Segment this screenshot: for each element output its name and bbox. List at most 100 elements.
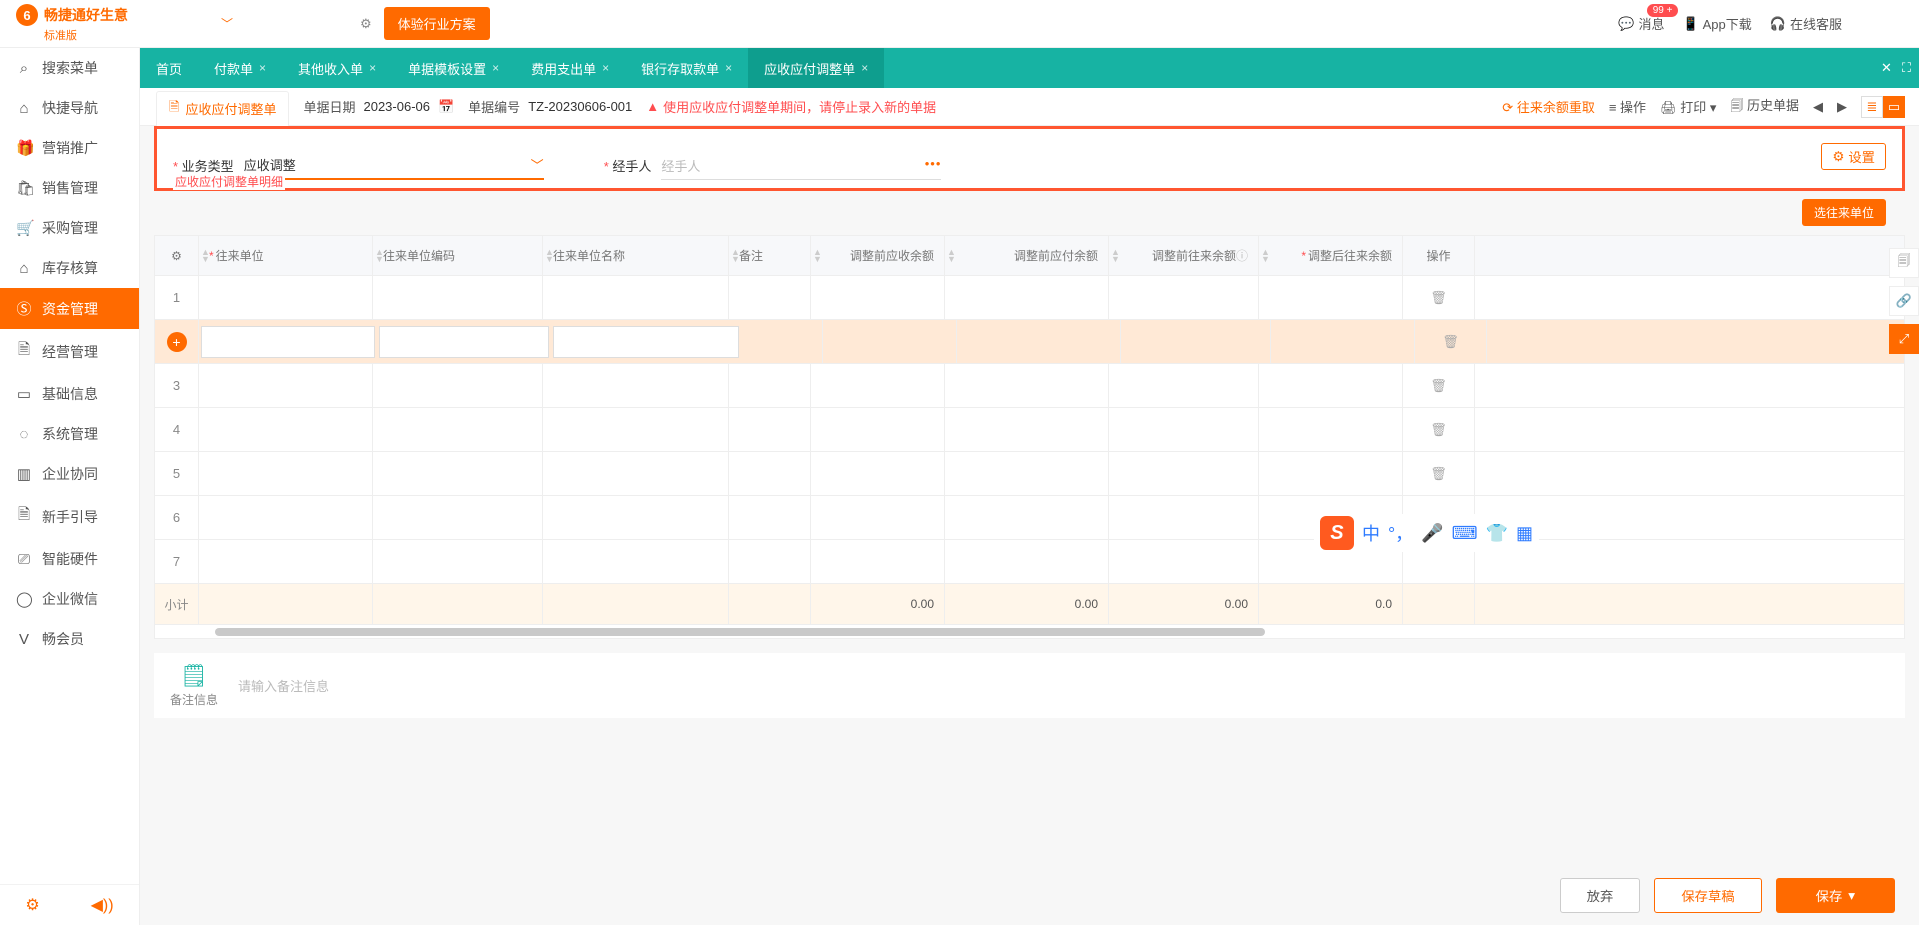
rail-note-icon[interactable]: 🗐 xyxy=(1889,248,1919,278)
close-icon[interactable]: × xyxy=(861,61,868,75)
support-link[interactable]: 🎧在线客服 xyxy=(1770,14,1842,33)
settings-button[interactable]: ⚙设置 xyxy=(1821,143,1886,170)
sidebar-item-quicknav[interactable]: ⌂快捷导航 xyxy=(0,88,139,128)
experience-button[interactable]: 体验行业方案 xyxy=(384,7,490,40)
close-icon[interactable]: × xyxy=(492,61,499,75)
sidebar-item-operation[interactable]: 🗎经营管理 xyxy=(0,329,139,374)
prev-doc-icon[interactable]: ◀ xyxy=(1813,99,1823,115)
rail-attach-icon[interactable]: 🔗 xyxy=(1889,286,1919,316)
sidebar-item-search[interactable]: ⌕搜索菜单 xyxy=(0,48,139,88)
gear-icon[interactable]: ⚙ xyxy=(360,16,372,32)
subtotal-pre-bal: 0.00 xyxy=(1109,584,1259,624)
biz-type-select[interactable]: 应收调整 ﹀ xyxy=(244,151,544,180)
doc-type-chip[interactable]: 🗎 应收应付调整单 xyxy=(156,91,289,127)
sidebar-item-purchase[interactable]: 🛒采购管理 xyxy=(0,208,139,248)
tab-template[interactable]: 单据模板设置× xyxy=(392,48,515,88)
tab-bank[interactable]: 银行存取款单× xyxy=(625,48,748,88)
sidebar-item-guide[interactable]: 🗎新手引导 xyxy=(0,494,139,539)
sidebar-item-basic[interactable]: ▭基础信息 xyxy=(0,374,139,414)
sidebar-item-hardware[interactable]: ⎚智能硬件 xyxy=(0,539,139,579)
guide-icon: 🗎 xyxy=(16,504,32,529)
close-icon[interactable]: × xyxy=(725,61,732,75)
ime-keyboard-icon[interactable]: ⌨ xyxy=(1452,523,1478,544)
delete-row-icon[interactable]: 🗑 xyxy=(1430,422,1447,438)
handler-input[interactable]: 经手人 ••• xyxy=(661,152,941,180)
col-pre-bal[interactable]: ▲▼调整前往来余额 ⓘ xyxy=(1109,236,1259,275)
calendar-icon[interactable]: 📅 xyxy=(438,99,454,115)
sidebar-settings-icon[interactable]: ⚙ xyxy=(25,895,39,915)
col-unit[interactable]: ▲▼往来单位 xyxy=(199,236,373,275)
col-remark[interactable]: ▲▼备注 xyxy=(729,236,811,275)
tab-payment[interactable]: 付款单× xyxy=(198,48,282,88)
tab-home[interactable]: 首页 xyxy=(140,48,198,88)
col-pre-pay[interactable]: ▲▼调整前应付余额 xyxy=(945,236,1109,275)
history-link[interactable]: 🗐 历史单据 xyxy=(1730,95,1799,119)
col-pre-recv[interactable]: ▲▼调整前应收余额 xyxy=(811,236,945,275)
ime-zh-icon[interactable]: 中 xyxy=(1362,520,1380,546)
org-selector[interactable]: ﹀ xyxy=(148,14,348,33)
tab-other-income[interactable]: 其他收入单× xyxy=(282,48,392,88)
table-settings-icon[interactable]: ⚙ xyxy=(155,236,199,275)
note-label: 备注信息 xyxy=(170,691,218,708)
doc-date-value[interactable]: 2023-06-06 xyxy=(363,99,430,114)
choose-unit-button[interactable]: 选往来单位 xyxy=(1802,199,1886,226)
table-row[interactable]: 4🗑 xyxy=(155,408,1904,452)
close-icon[interactable]: × xyxy=(369,61,376,75)
sidebar-item-member[interactable]: V畅会员 xyxy=(0,619,139,659)
messages-link[interactable]: 💬 消息 99 + xyxy=(1618,14,1664,33)
user-menu[interactable] xyxy=(1860,14,1899,33)
h-scrollbar[interactable] xyxy=(155,624,1904,638)
table-row[interactable]: 6 xyxy=(155,496,1904,540)
sidebar-item-funds[interactable]: Ⓢ资金管理 xyxy=(0,288,139,329)
delete-row-icon[interactable]: 🗑 xyxy=(1442,334,1459,350)
next-doc-icon[interactable]: ▶ xyxy=(1837,99,1847,115)
rail-expand-icon[interactable]: ⤢ xyxy=(1889,324,1919,354)
sidebar-item-label: 企业协同 xyxy=(42,464,98,484)
ops-menu[interactable]: ≡ 操作 xyxy=(1609,97,1646,116)
tabs-expand-icon[interactable]: ⛶ xyxy=(1902,60,1911,76)
delete-row-icon[interactable]: 🗑 xyxy=(1430,290,1447,306)
save-button[interactable]: 保存▾ xyxy=(1776,878,1895,913)
table-row[interactable]: 7 xyxy=(155,540,1904,584)
history-icon: 🗐 xyxy=(1730,98,1743,113)
sidebar-item-inventory[interactable]: ⌂库存核算 xyxy=(0,248,139,288)
ime-punct-icon[interactable]: °， xyxy=(1388,520,1413,546)
table-row[interactable]: 5🗑 xyxy=(155,452,1904,496)
sidebar-item-collab[interactable]: ▥企业协同 xyxy=(0,454,139,494)
more-icon[interactable]: ••• xyxy=(925,156,942,175)
add-row-button[interactable]: + xyxy=(167,332,187,352)
col-code[interactable]: ▲▼往来单位编码 xyxy=(373,236,543,275)
table-row[interactable]: 3🗑 xyxy=(155,364,1904,408)
sidebar-collapse-icon[interactable]: ◀)) xyxy=(91,895,114,915)
ime-menu-icon[interactable]: ▦ xyxy=(1516,523,1533,544)
col-post-bal[interactable]: ▲▼调整后往来余额 xyxy=(1259,236,1403,275)
app-download-link[interactable]: 📱App下载 xyxy=(1682,14,1751,33)
tab-expense[interactable]: 费用支出单× xyxy=(515,48,625,88)
delete-row-icon[interactable]: 🗑 xyxy=(1430,378,1447,394)
sidebar-item-wecom[interactable]: ◯企业微信 xyxy=(0,579,139,619)
ime-toolbar[interactable]: S 中 °， 🎤 ⌨ 👕 ▦ xyxy=(1314,514,1539,552)
sidebar-item-marketing[interactable]: 🎁营销推广 xyxy=(0,128,139,168)
search-icon: ⌕ xyxy=(16,60,32,77)
sidebar-item-system[interactable]: ◌系统管理 xyxy=(0,414,139,454)
tabs-close-all-icon[interactable]: ✕ xyxy=(1881,60,1892,76)
save-draft-button[interactable]: 保存草稿 xyxy=(1654,878,1761,913)
table-row-active[interactable]: +🗑 xyxy=(155,320,1904,364)
close-icon[interactable]: × xyxy=(602,61,609,75)
col-name[interactable]: ▲▼往来单位名称 xyxy=(543,236,729,275)
discard-button[interactable]: 放弃 xyxy=(1560,878,1641,913)
home-icon: ⌂ xyxy=(16,100,32,117)
table-row[interactable]: 1🗑 xyxy=(155,276,1904,320)
view-list-icon[interactable]: ≣ xyxy=(1861,96,1883,118)
view-card-icon[interactable]: ▭ xyxy=(1883,96,1905,118)
tab-adjust[interactable]: 应收应付调整单× xyxy=(748,48,884,88)
ime-mic-icon[interactable]: 🎤 xyxy=(1421,523,1443,544)
reget-balance-link[interactable]: ⟳ 往来余额重取 xyxy=(1502,97,1595,116)
note-input[interactable]: 请输入备注信息 xyxy=(234,668,1889,703)
close-icon[interactable]: × xyxy=(259,61,266,75)
ime-skin-icon[interactable]: 👕 xyxy=(1486,523,1508,544)
print-menu[interactable]: 🖨 打印 ▾ xyxy=(1660,97,1716,116)
delete-row-icon[interactable]: 🗑 xyxy=(1430,466,1447,482)
doc-warning-text: 使用应收应付调整单期间，请停止录入新的单据 xyxy=(663,97,936,116)
sidebar-item-sales[interactable]: 🛍销售管理 xyxy=(0,168,139,208)
